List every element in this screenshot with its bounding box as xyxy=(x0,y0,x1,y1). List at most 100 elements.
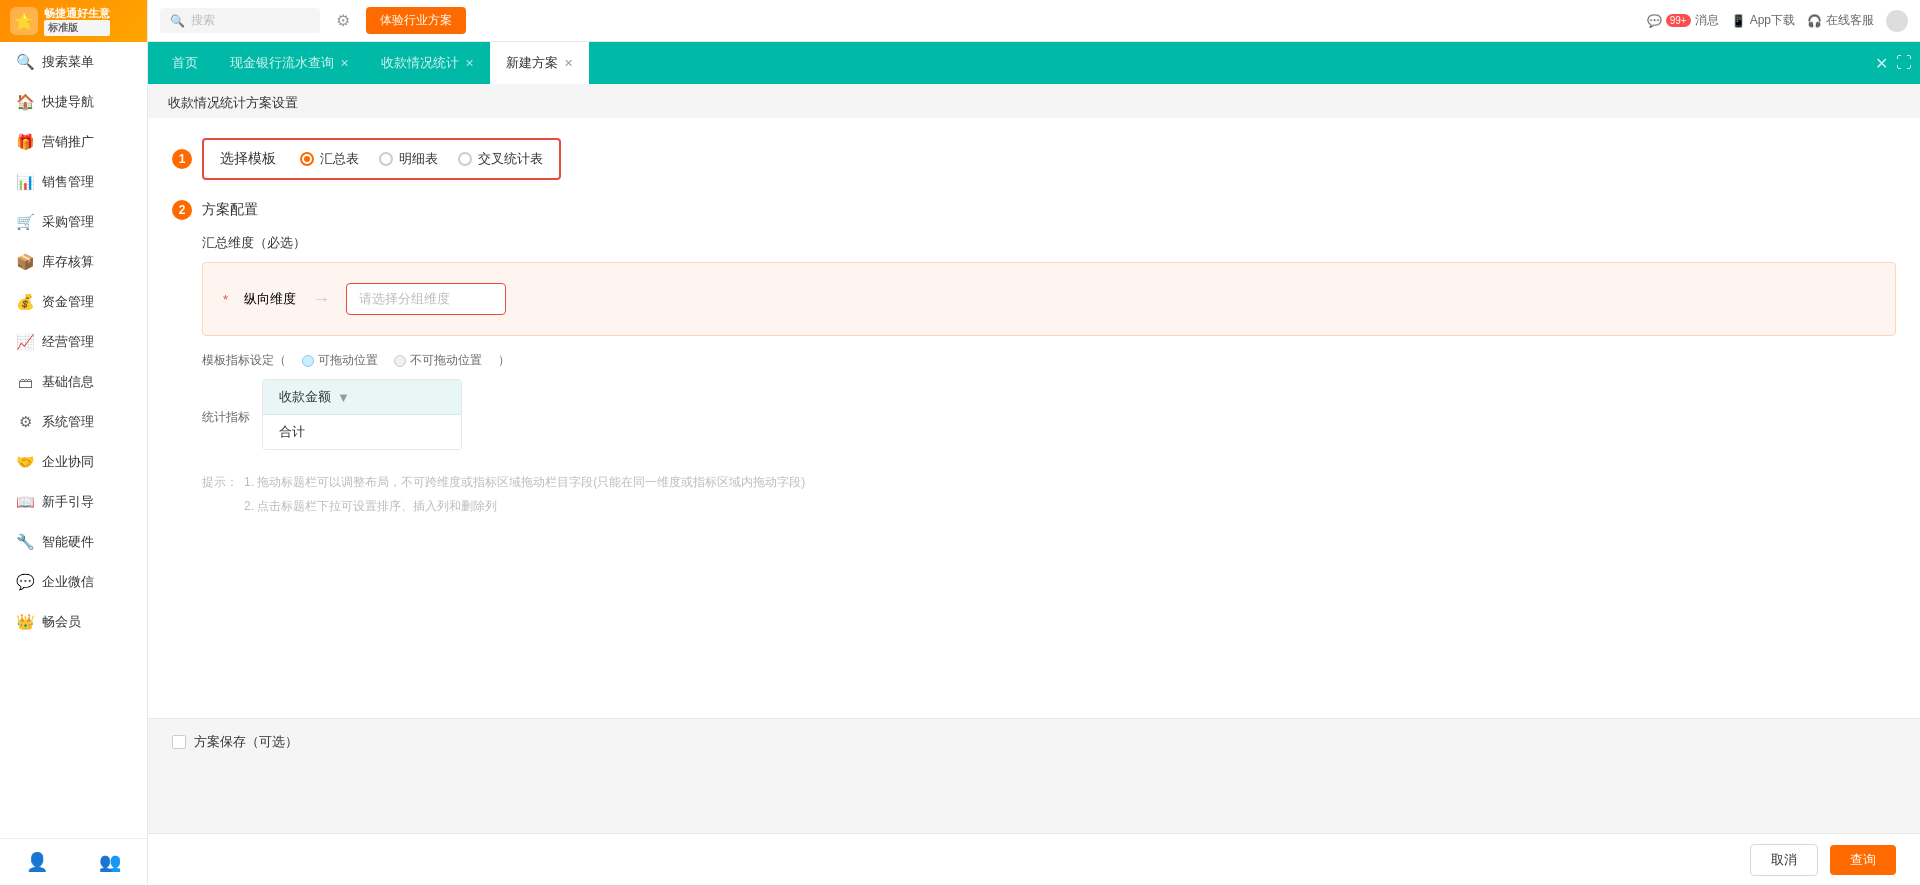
tip-line2-row: 提示： 2. 点击标题栏下拉可设置排序、插入列和删除列 xyxy=(202,494,1896,518)
save-checkbox[interactable] xyxy=(172,735,186,749)
sidebar-item-purchase[interactable]: 🛒 采购管理 xyxy=(0,202,147,242)
metrics-header: 模板指标设定（ 可拖动位置 不可拖动位置 ） xyxy=(202,352,1896,369)
sidebar-item-wechat[interactable]: 💬 企业微信 xyxy=(0,562,147,602)
arrow-icon: → xyxy=(312,289,330,310)
notification-item[interactable]: 💬 99+ 消息 xyxy=(1647,12,1719,29)
money-icon: 💰 xyxy=(16,293,34,311)
radio-summary[interactable]: 汇总表 xyxy=(300,150,359,168)
metrics-table-area: 统计指标 收款金额 ▼ 合计 xyxy=(202,379,1896,450)
tab-home-label: 首页 xyxy=(172,54,198,72)
trial-button[interactable]: 体验行业方案 xyxy=(366,7,466,34)
download-item[interactable]: 📱 App下载 xyxy=(1731,12,1795,29)
search-icon: 🔍 xyxy=(16,53,34,71)
tab-new-plan-label: 新建方案 xyxy=(506,54,558,72)
search-box[interactable]: 🔍 搜索 xyxy=(160,8,320,33)
step1-section: 1 选择模板 汇总表 明细表 交叉统计表 xyxy=(172,138,1896,180)
sidebar-item-search[interactable]: 🔍 搜索菜单 xyxy=(0,42,147,82)
vertical-label: 纵向维度 xyxy=(244,290,296,308)
logo-text: 畅捷通好生意 xyxy=(44,6,110,20)
template-select-box: 选择模板 汇总表 明细表 交叉统计表 xyxy=(202,138,561,180)
dropdown-icon[interactable]: ▼ xyxy=(337,390,350,405)
bottom-bar: 取消 查询 xyxy=(148,833,1920,885)
user2-icon: 👥 xyxy=(99,851,121,873)
notification-label: 消息 xyxy=(1695,12,1719,29)
sidebar-item-cooperation[interactable]: 🤝 企业协同 xyxy=(0,442,147,482)
notification-icon: 💬 xyxy=(1647,14,1662,28)
sidebar-item-member[interactable]: 👑 畅会员 xyxy=(0,602,147,642)
query-button[interactable]: 查询 xyxy=(1830,845,1896,875)
settings-icon[interactable]: ⚙ xyxy=(336,11,350,30)
non-draggable-badge: 不可拖动位置 xyxy=(394,352,482,369)
sidebar-item-guide[interactable]: 📖 新手引导 xyxy=(0,482,147,522)
sidebar-logo: 🌟 畅捷通好生意 标准版 xyxy=(0,0,147,42)
support-item[interactable]: 🎧 在线客服 xyxy=(1807,12,1874,29)
sidebar-item-inventory[interactable]: 📦 库存核算 xyxy=(0,242,147,282)
save-label: 方案保存（可选） xyxy=(194,733,298,751)
wrench-icon: 🔧 xyxy=(16,533,34,551)
step2-number: 2 xyxy=(172,200,192,220)
column-header-text: 收款金额 xyxy=(279,388,331,406)
tab-expand-icon[interactable]: ⛶ xyxy=(1896,54,1912,73)
dimension-placeholder: 请选择分组维度 xyxy=(359,291,450,306)
step1-number: 1 xyxy=(172,149,192,169)
search-placeholder: 搜索 xyxy=(191,12,215,29)
radio-summary-circle xyxy=(300,152,314,166)
cancel-button[interactable]: 取消 xyxy=(1750,844,1818,876)
headset-icon: 🎧 xyxy=(1807,14,1822,28)
sidebar-nav: 🔍 搜索菜单 🏠 快捷导航 🎁 营销推广 📊 销售管理 🛒 采购管理 📦 库存核… xyxy=(0,42,147,838)
sidebar-item-label: 采购管理 xyxy=(42,213,94,231)
sidebar-item-marketing[interactable]: 🎁 营销推广 xyxy=(0,122,147,162)
sidebar-item-label: 销售管理 xyxy=(42,173,94,191)
user-icon: 👤 xyxy=(26,851,48,873)
step2-row: 2 方案配置 xyxy=(172,200,1896,220)
metrics-category-label: 统计指标 xyxy=(202,409,250,426)
tab-new-plan-close[interactable]: ✕ xyxy=(564,57,573,70)
sidebar-item-finance[interactable]: 💰 资金管理 xyxy=(0,282,147,322)
sidebar-item-operation[interactable]: 📈 经营管理 xyxy=(0,322,147,362)
sidebar-item-label: 畅会员 xyxy=(42,613,81,631)
user-profile[interactable] xyxy=(1886,10,1908,32)
radio-cross-label: 交叉统计表 xyxy=(478,150,543,168)
radio-detail[interactable]: 明细表 xyxy=(379,150,438,168)
sidebar-item-hardware[interactable]: 🔧 智能硬件 xyxy=(0,522,147,562)
draggable-badge: 可拖动位置 xyxy=(302,352,378,369)
metrics-left-label: 统计指标 xyxy=(202,379,250,450)
sidebar-item-label: 快捷导航 xyxy=(42,93,94,111)
sidebar-item-label: 新手引导 xyxy=(42,493,94,511)
support-label: 在线客服 xyxy=(1826,12,1874,29)
tip-line2: 2. 点击标题栏下拉可设置排序、插入列和删除列 xyxy=(244,494,497,518)
page-title-bar: 收款情况统计方案设置 xyxy=(148,84,1920,118)
tab-collection-label: 收款情况统计 xyxy=(381,54,459,72)
tip-title: 提示： 1. 拖动标题栏可以调整布局，不可跨维度或指标区域拖动栏目字段(只能在同… xyxy=(202,470,1896,494)
sidebar: 🌟 畅捷通好生意 标准版 🔍 搜索菜单 🏠 快捷导航 🎁 营销推广 📊 销售管理… xyxy=(0,0,148,885)
tab-home[interactable]: 首页 xyxy=(156,42,214,84)
home-icon: 🏠 xyxy=(16,93,34,111)
sidebar-footer-avatar2[interactable]: 👥 xyxy=(95,847,125,877)
avatar-icon xyxy=(1886,10,1908,32)
tab-bank[interactable]: 现金银行流水查询 ✕ xyxy=(214,42,365,84)
sidebar-item-basic[interactable]: 🗃 基础信息 xyxy=(0,362,147,402)
sidebar-item-system[interactable]: ⚙ 系统管理 xyxy=(0,402,147,442)
radio-summary-label: 汇总表 xyxy=(320,150,359,168)
radio-cross[interactable]: 交叉统计表 xyxy=(458,150,543,168)
non-draggable-label: 不可拖动位置 xyxy=(410,352,482,369)
sidebar-item-sales[interactable]: 📊 销售管理 xyxy=(0,162,147,202)
step1-label: 选择模板 xyxy=(220,150,276,168)
logo-icon: 🌟 xyxy=(10,7,38,35)
metrics-section: 模板指标设定（ 可拖动位置 不可拖动位置 ） xyxy=(202,352,1896,450)
tab-collection[interactable]: 收款情况统计 ✕ xyxy=(365,42,490,84)
sidebar-item-label: 智能硬件 xyxy=(42,533,94,551)
tab-collection-close[interactable]: ✕ xyxy=(465,57,474,70)
chart-icon: 📊 xyxy=(16,173,34,191)
draggable-label: 可拖动位置 xyxy=(318,352,378,369)
radio-detail-label: 明细表 xyxy=(399,150,438,168)
tab-close-icon[interactable]: ✕ xyxy=(1875,54,1888,73)
required-star: * xyxy=(223,292,228,307)
sidebar-item-quick-nav[interactable]: 🏠 快捷导航 xyxy=(0,82,147,122)
close-paren: ） xyxy=(498,352,510,369)
dimension-select[interactable]: 请选择分组维度 xyxy=(346,283,506,315)
sidebar-footer-avatar1[interactable]: 👤 xyxy=(22,847,52,877)
tab-bank-close[interactable]: ✕ xyxy=(340,57,349,70)
tabbar-right: ✕ ⛶ xyxy=(1875,54,1912,73)
tab-new-plan[interactable]: 新建方案 ✕ xyxy=(490,42,589,84)
